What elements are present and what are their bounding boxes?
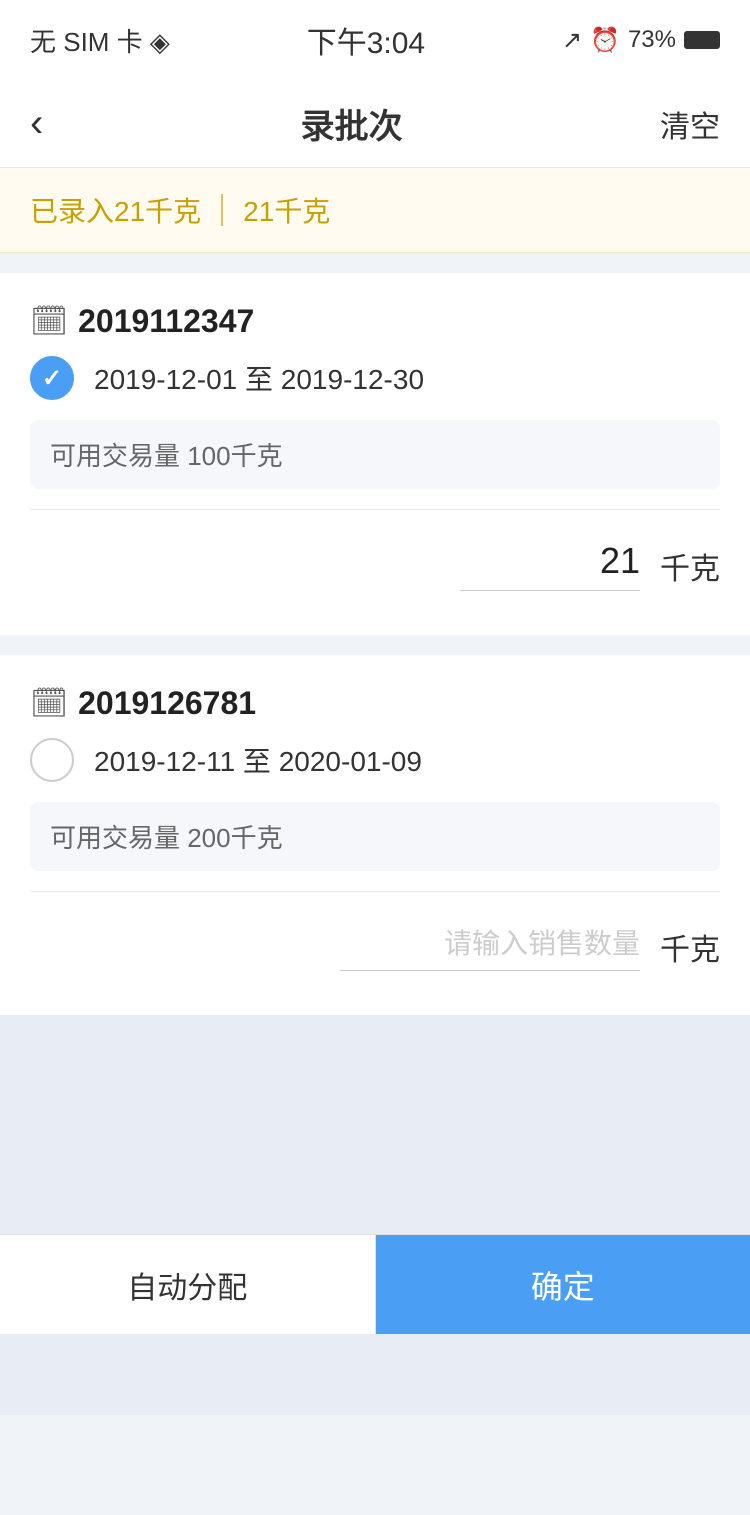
batch-date-row-1: ✓ 2019-12-01 至 2019-12-30	[30, 356, 720, 400]
page-title: 录批次	[301, 99, 403, 148]
quantity-input-2[interactable]: 请输入销售数量	[340, 922, 640, 971]
batch-radio-2[interactable]	[30, 738, 74, 782]
summary-divider	[221, 194, 223, 226]
status-right: ↗ ⏰ 73%	[562, 26, 720, 55]
battery-icon	[684, 31, 720, 49]
clear-button[interactable]: 清空	[660, 102, 720, 146]
location-icon: ↗	[562, 26, 582, 55]
footer: 自动分配 确定	[0, 1234, 750, 1334]
status-bar: 无 SIM 卡 ◈ 下午3:04 ↗ ⏰ 73%	[0, 0, 750, 80]
card-separator-1	[0, 635, 750, 655]
quantity-unit-1: 千克	[660, 544, 720, 588]
recorded-amount: 已录入21千克	[30, 190, 201, 230]
total-amount: 21千克	[243, 190, 330, 230]
auto-distribute-button[interactable]: 自动分配	[0, 1235, 376, 1334]
battery-label: 73%	[628, 26, 676, 54]
batch-id-2: 2019126781	[78, 685, 256, 722]
nav-bar: ‹ 录批次 清空	[0, 80, 750, 168]
back-button[interactable]: ‹	[30, 101, 43, 146]
batch-card-2: 🗓 2019126781 2019-12-11 至 2020-01-09 可用交…	[0, 655, 750, 1015]
quantity-placeholder-2: 请输入销售数量	[444, 922, 640, 962]
batch-header-2: 🗓 2019126781	[30, 685, 720, 722]
batch-availability-1: 可用交易量 100千克	[30, 420, 720, 489]
batch-icon-2: 🗓	[30, 686, 68, 721]
batch-radio-1[interactable]: ✓	[30, 356, 74, 400]
quantity-row-2: 请输入销售数量 千克	[30, 912, 720, 991]
batch-id-1: 2019112347	[78, 303, 254, 340]
batch-date-row-2: 2019-12-11 至 2020-01-09	[30, 738, 720, 782]
batch-icon-1: 🗓	[30, 304, 68, 339]
batch-divider-1	[30, 509, 720, 510]
bottom-area	[0, 1015, 750, 1415]
quantity-value-1: 21	[600, 540, 640, 582]
quantity-input-1[interactable]: 21	[460, 540, 640, 591]
quantity-row-1: 21 千克	[30, 530, 720, 611]
status-time: 下午3:04	[307, 18, 425, 62]
quantity-unit-2: 千克	[660, 925, 720, 969]
batch-date-2: 2019-12-11 至 2020-01-09	[94, 740, 422, 780]
batch-divider-2	[30, 891, 720, 892]
status-left: 无 SIM 卡 ◈	[30, 22, 170, 59]
batch-header-1: 🗓 2019112347	[30, 303, 720, 340]
summary-banner: 已录入21千克 21千克	[0, 168, 750, 253]
batch-card-1: 🗓 2019112347 ✓ 2019-12-01 至 2019-12-30 可…	[0, 273, 750, 635]
batch-date-1: 2019-12-01 至 2019-12-30	[94, 358, 424, 398]
alarm-icon: ⏰	[590, 26, 620, 55]
batch-availability-2: 可用交易量 200千克	[30, 802, 720, 871]
confirm-button[interactable]: 确定	[376, 1235, 750, 1334]
check-icon-1: ✓	[42, 364, 62, 393]
no-sim-label: 无 SIM 卡 ◈	[30, 22, 170, 59]
